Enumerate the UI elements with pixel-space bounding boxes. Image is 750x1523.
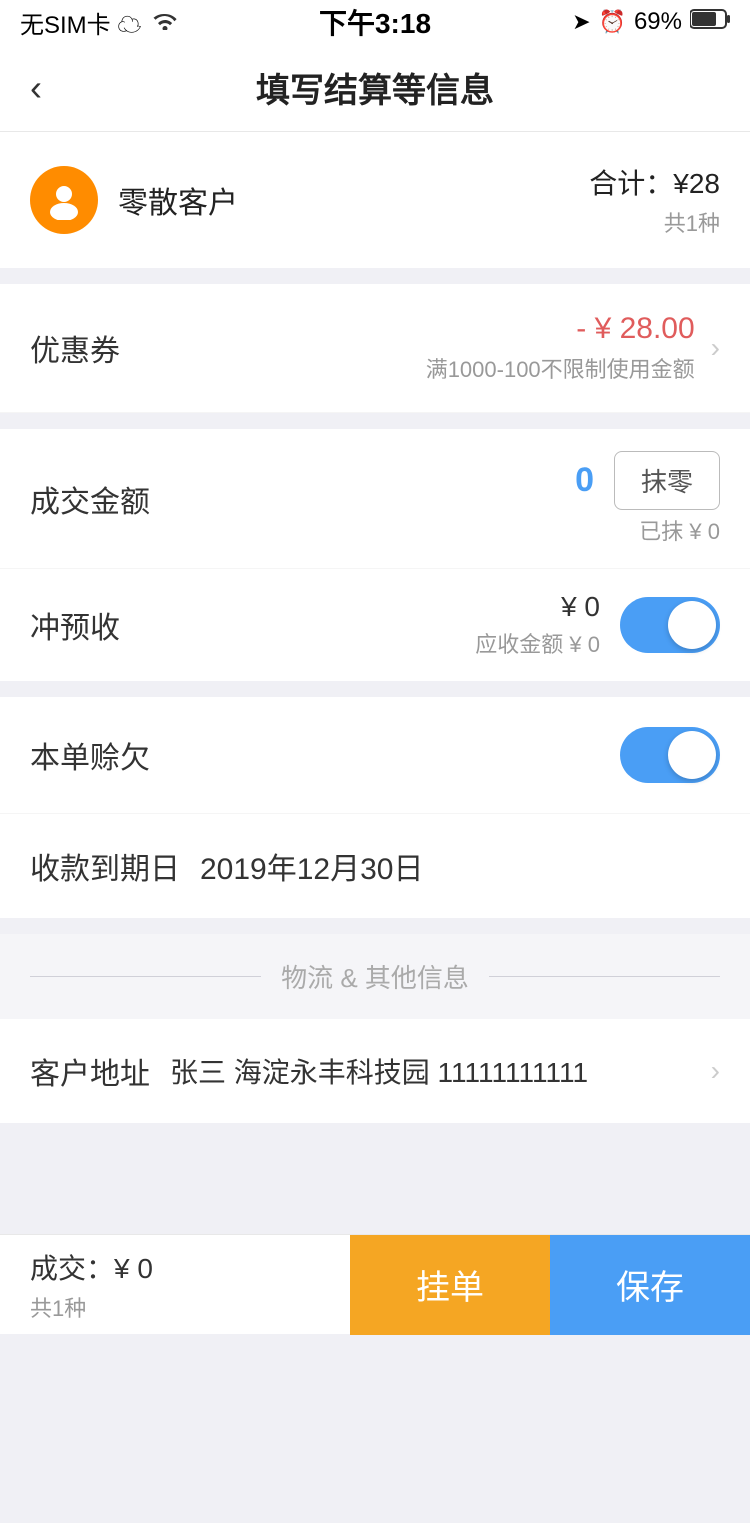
nav-bar: ‹ 填写结算等信息 xyxy=(0,44,750,132)
status-bar: 无SIM卡 ☁ 下午3:18 ➤ ⏰ 69% xyxy=(0,0,750,44)
customer-avatar xyxy=(30,166,98,234)
credit-toggle-knob xyxy=(668,731,716,779)
customer-section: 零散客户 合计：¥28 共1种 xyxy=(0,132,750,268)
prepay-row: 冲预收 ¥ 0 应收金额 ¥ 0 xyxy=(0,569,750,681)
bottom-info: 成交：¥ 0 共1种 xyxy=(0,1247,350,1323)
due-date-row[interactable]: 收款到期日 2019年12月30日 xyxy=(0,813,750,918)
round-off-button[interactable]: 抹零 xyxy=(614,451,720,510)
logistics-line-right xyxy=(489,976,720,977)
logistics-header: 物流 & 其他信息 xyxy=(0,934,750,1019)
prepay-label: 冲预收 xyxy=(30,603,120,647)
customer-right: 合计：¥28 共1种 xyxy=(589,162,720,238)
customer-count: 共1种 xyxy=(589,206,720,238)
divider-3 xyxy=(0,681,750,697)
prepay-amount: ¥ 0 xyxy=(475,591,600,623)
location-icon: ➤ xyxy=(572,9,590,35)
status-right: ➤ ⏰ 69% xyxy=(572,8,730,37)
battery-label: 69% xyxy=(634,8,682,36)
bottom-deal-value: ¥ 0 xyxy=(114,1253,153,1284)
address-row[interactable]: 客户地址 张三 海淀永丰科技园 11111111111 › xyxy=(0,1019,750,1123)
coupon-row[interactable]: 优惠券 - ¥ 28.00 满1000-100不限制使用金额 › xyxy=(0,284,750,413)
logistics-label: 物流 & 其他信息 xyxy=(281,958,469,995)
deal-amount-right: 0 抹零 xyxy=(554,451,720,510)
coupon-label: 优惠券 xyxy=(30,326,120,370)
coupon-description: 满1000-100不限制使用金额 xyxy=(426,352,695,384)
bottom-deal-label: 成交：¥ 0 xyxy=(30,1247,350,1287)
divider-4 xyxy=(0,918,750,934)
prepay-values: ¥ 0 应收金额 ¥ 0 xyxy=(475,591,600,659)
alarm-icon: ⏰ xyxy=(599,9,626,35)
bottom-count: 共1种 xyxy=(30,1291,350,1323)
status-time: 下午3:18 xyxy=(319,2,431,42)
toggle-knob xyxy=(668,601,716,649)
customer-row[interactable]: 零散客户 合计：¥28 共1种 xyxy=(0,132,750,268)
prepay-toggle[interactable] xyxy=(620,597,720,653)
credit-toggle[interactable] xyxy=(620,727,720,783)
wifi-icon xyxy=(151,8,179,37)
due-date-value: 2019年12月30日 xyxy=(200,844,423,888)
bottom-bar: 成交：¥ 0 共1种 挂单 保存 xyxy=(0,1234,750,1334)
deal-amount-value[interactable]: 0 xyxy=(554,461,594,500)
customer-name: 零散客户 xyxy=(118,178,238,222)
credit-row: 本单赊欠 xyxy=(0,697,750,813)
due-date-label: 收款到期日 xyxy=(30,844,180,888)
back-button[interactable]: ‹ xyxy=(30,67,42,109)
divider-2 xyxy=(0,413,750,429)
deal-amount-row: 成交金额 0 抹零 已抹 ¥ 0 xyxy=(0,429,750,569)
address-value: 张三 海淀永丰科技园 11111111111 xyxy=(170,1051,711,1091)
credit-label: 本单赊欠 xyxy=(30,733,150,777)
logistics-line-left xyxy=(30,976,261,977)
hold-button[interactable]: 挂单 xyxy=(350,1235,550,1335)
save-button[interactable]: 保存 xyxy=(550,1235,750,1335)
chevron-right-icon: › xyxy=(711,332,720,364)
status-left: 无SIM卡 ☁ xyxy=(20,5,179,40)
deal-amount-sub: 已抹 ¥ 0 xyxy=(639,514,720,546)
coupon-discount: - ¥ 28.00 xyxy=(426,312,695,346)
coupon-right: - ¥ 28.00 满1000-100不限制使用金额 › xyxy=(426,312,720,384)
address-chevron-icon: › xyxy=(711,1055,720,1087)
customer-left: 零散客户 xyxy=(30,166,238,234)
deal-amount-label: 成交金额 xyxy=(30,477,150,521)
bottom-deal-prefix: 成交： xyxy=(30,1253,114,1284)
customer-total: 合计：¥28 xyxy=(589,162,720,202)
prepay-right: ¥ 0 应收金额 ¥ 0 xyxy=(475,591,720,659)
coupon-values: - ¥ 28.00 满1000-100不限制使用金额 xyxy=(426,312,695,384)
battery-icon xyxy=(690,8,730,37)
divider-1 xyxy=(0,268,750,284)
page-title: 填写结算等信息 xyxy=(256,63,494,112)
prepay-sub: 应收金额 ¥ 0 xyxy=(475,627,600,659)
address-label: 客户地址 xyxy=(30,1049,150,1093)
sim-label: 无SIM卡 ☁ xyxy=(20,5,141,40)
